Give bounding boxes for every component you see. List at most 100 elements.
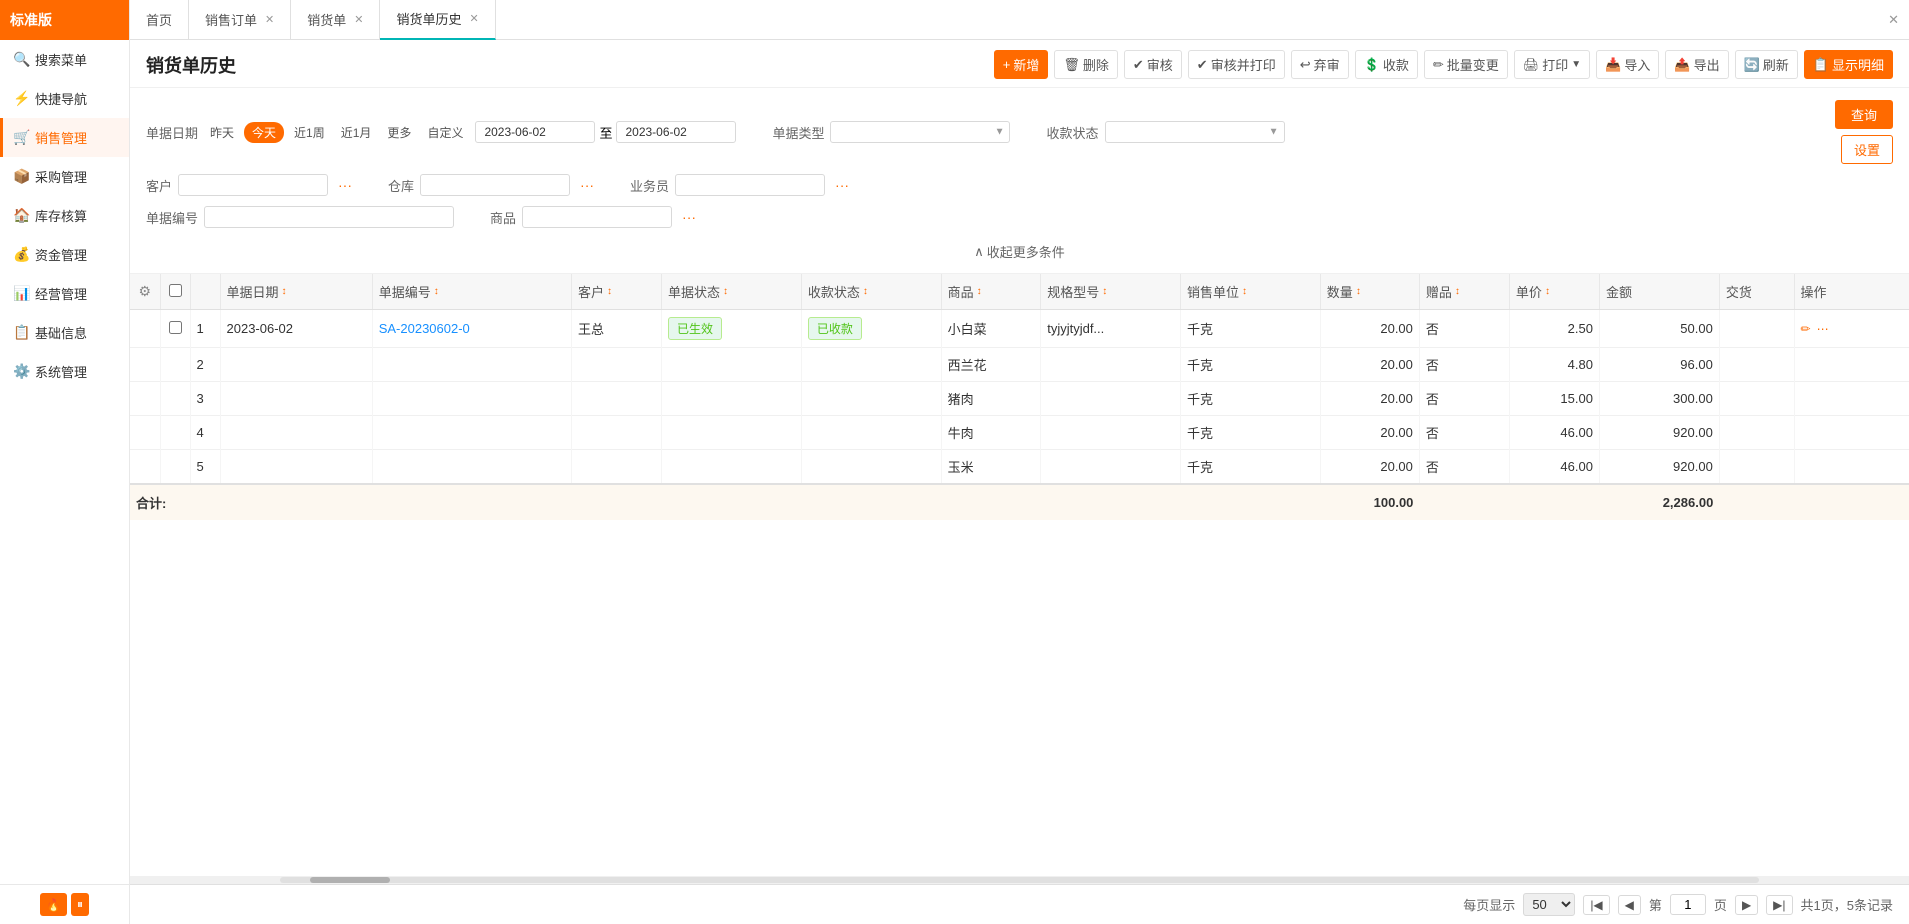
sidebar-item-basic-info[interactable]: 📋 基础信息 <box>0 313 129 352</box>
prev-page-btn[interactable]: ◀ <box>1618 895 1641 915</box>
doc-no-sort-icon: ↕ <box>434 286 439 297</box>
sidebar-item-purchase-mgmt[interactable]: 📦 采购管理 <box>0 157 129 196</box>
spec-col-header[interactable]: 规格型号 ↕ <box>1041 274 1181 310</box>
scrollbar-track[interactable] <box>280 877 1759 883</box>
row-qty: 20.00 <box>1320 416 1419 450</box>
doc-status-col-header[interactable]: 单据状态 ↕ <box>662 274 802 310</box>
customer-sort-icon: ↕ <box>607 286 612 297</box>
set-button[interactable]: 设置 <box>1841 135 1893 164</box>
refresh-button[interactable]: 🔄 刷新 <box>1735 50 1798 79</box>
row-gift: 否 <box>1419 416 1509 450</box>
review-button[interactable]: ✔ 审核 <box>1124 50 1182 79</box>
row-checkbox[interactable] <box>160 310 190 348</box>
export-button[interactable]: 📤 导出 <box>1665 50 1728 79</box>
page-size-label: 每页显示 <box>1463 895 1515 914</box>
last-page-btn[interactable]: ▶| <box>1766 895 1792 915</box>
sidebar-item-quick-nav[interactable]: ⚡ 快捷导航 <box>0 79 129 118</box>
tab-close-sales-delivery[interactable]: ✕ <box>354 13 363 26</box>
sidebar-item-inventory[interactable]: 🏠 库存核算 <box>0 196 129 235</box>
tab-home[interactable]: 首页 <box>130 0 189 40</box>
sidebar-item-sys-mgmt[interactable]: ⚙️ 系统管理 <box>0 352 129 391</box>
doc-type-select[interactable] <box>830 121 1010 143</box>
add-button[interactable]: + 新增 <box>994 50 1049 79</box>
date-to-input[interactable] <box>616 121 736 143</box>
row-qty: 20.00 <box>1320 450 1419 485</box>
page-size-select[interactable]: 50 20 100 <box>1523 893 1575 916</box>
shortcut-more[interactable]: 更多 <box>381 122 417 143</box>
doc-no-input[interactable] <box>204 206 454 228</box>
tab-close-sales-order[interactable]: ✕ <box>265 13 274 26</box>
tab-label: 销货单 <box>307 10 346 29</box>
shortcut-last30[interactable]: 近1月 <box>335 122 378 143</box>
collect-status-wrapper: ▼ <box>1105 121 1285 143</box>
goods-dots-icon[interactable]: ··· <box>682 209 696 225</box>
first-page-btn[interactable]: |◀ <box>1583 895 1609 915</box>
row-customer: 王总 <box>572 310 662 348</box>
tab-close-history[interactable]: ✕ <box>470 12 479 25</box>
row-doc-no <box>372 348 571 382</box>
shortcut-yesterday[interactable]: 昨天 <box>204 122 240 143</box>
batch-icon: ✏ <box>1433 57 1444 73</box>
sidebar-item-finance[interactable]: 💰 资金管理 <box>0 235 129 274</box>
abandon-button[interactable]: ↩ 弃审 <box>1291 50 1349 79</box>
next-page-btn[interactable]: ▶ <box>1735 895 1758 915</box>
date-from-input[interactable] <box>475 121 595 143</box>
collect-button[interactable]: 💲 收款 <box>1355 50 1418 79</box>
sidebar-pause-btn[interactable]: ⏸ <box>71 893 89 916</box>
row-checkbox[interactable] <box>160 348 190 382</box>
sidebar-item-search-menu[interactable]: 🔍 搜索菜单 <box>0 40 129 79</box>
sidebar-item-label: 采购管理 <box>35 167 87 186</box>
page-number-input[interactable] <box>1670 894 1706 915</box>
sidebar-item-label: 快捷导航 <box>35 89 87 108</box>
sidebar-item-ops[interactable]: 📊 经营管理 <box>0 274 129 313</box>
import-button[interactable]: 📥 导入 <box>1596 50 1659 79</box>
show-detail-button[interactable]: 📋 显示明细 <box>1804 50 1893 79</box>
horizontal-scrollbar[interactable] <box>130 876 1909 884</box>
unit-price-col-header[interactable]: 单价 ↕ <box>1509 274 1599 310</box>
customer-input[interactable] <box>178 174 328 196</box>
scrollbar-thumb[interactable] <box>310 877 390 883</box>
sales-unit-col-header[interactable]: 销售单位 ↕ <box>1181 274 1321 310</box>
print-button[interactable]: 🖨 打印 ▼ <box>1514 50 1590 79</box>
goods-col-header[interactable]: 商品 ↕ <box>941 274 1041 310</box>
tab-sales-delivery[interactable]: 销货单 ✕ <box>291 0 380 40</box>
goods-input[interactable] <box>522 206 672 228</box>
gift-sort-icon: ↕ <box>1455 286 1460 297</box>
sidebar-fire-btn[interactable]: 🔥 <box>40 893 67 916</box>
shortcut-last7[interactable]: 近1周 <box>288 122 331 143</box>
warehouse-dots-icon[interactable]: ··· <box>580 177 594 193</box>
edit-action-btn[interactable]: ✏ <box>1801 322 1811 336</box>
delete-button[interactable]: 🗑 删除 <box>1054 50 1118 79</box>
customer-col-header[interactable]: 客户 ↕ <box>572 274 662 310</box>
doc-no-col-header[interactable]: 单据编号 ↕ <box>372 274 571 310</box>
row-checkbox[interactable] <box>160 416 190 450</box>
doc-date-col-header[interactable]: 单据日期 ↕ <box>220 274 372 310</box>
batch-change-button[interactable]: ✏ 批量变更 <box>1424 50 1508 79</box>
collect-status-select[interactable] <box>1105 121 1285 143</box>
sidebar-item-sales-mgmt[interactable]: 🛒 销售管理 <box>0 118 129 157</box>
select-all-checkbox[interactable] <box>169 284 182 297</box>
shortcut-today[interactable]: 今天 <box>244 122 284 143</box>
table-settings-icon[interactable]: ⚙ <box>138 283 151 299</box>
warehouse-input[interactable] <box>420 174 570 196</box>
customer-dots-icon[interactable]: ··· <box>338 177 352 193</box>
qty-col-header[interactable]: 数量 ↕ <box>1320 274 1419 310</box>
tab-sales-delivery-history[interactable]: 销货单历史 ✕ <box>380 0 495 40</box>
gift-col-header[interactable]: 赠品 ↕ <box>1419 274 1509 310</box>
more-action-btn[interactable]: ⋯ <box>1817 322 1829 336</box>
package-icon: 📦 <box>13 168 29 185</box>
filter-collapse-btn[interactable]: ∧ 收起更多条件 <box>974 242 1065 261</box>
row-doc-date <box>220 450 372 485</box>
row-checkbox[interactable] <box>160 382 190 416</box>
collect-status-col-header[interactable]: 收款状态 ↕ <box>801 274 941 310</box>
row-checkbox[interactable] <box>160 450 190 485</box>
salesman-dots-icon[interactable]: ··· <box>835 177 849 193</box>
delete-label: 删除 <box>1083 55 1109 74</box>
salesman-input[interactable] <box>675 174 825 196</box>
doc-type-select-wrapper: ▼ <box>830 121 1010 143</box>
query-button[interactable]: 查询 <box>1835 100 1893 129</box>
tab-sales-order[interactable]: 销售订单 ✕ <box>189 0 291 40</box>
window-close-icon[interactable]: ✕ <box>1888 12 1899 28</box>
review-print-button[interactable]: ✔ 审核并打印 <box>1188 50 1285 79</box>
shortcut-custom[interactable]: 自定义 <box>421 122 469 143</box>
